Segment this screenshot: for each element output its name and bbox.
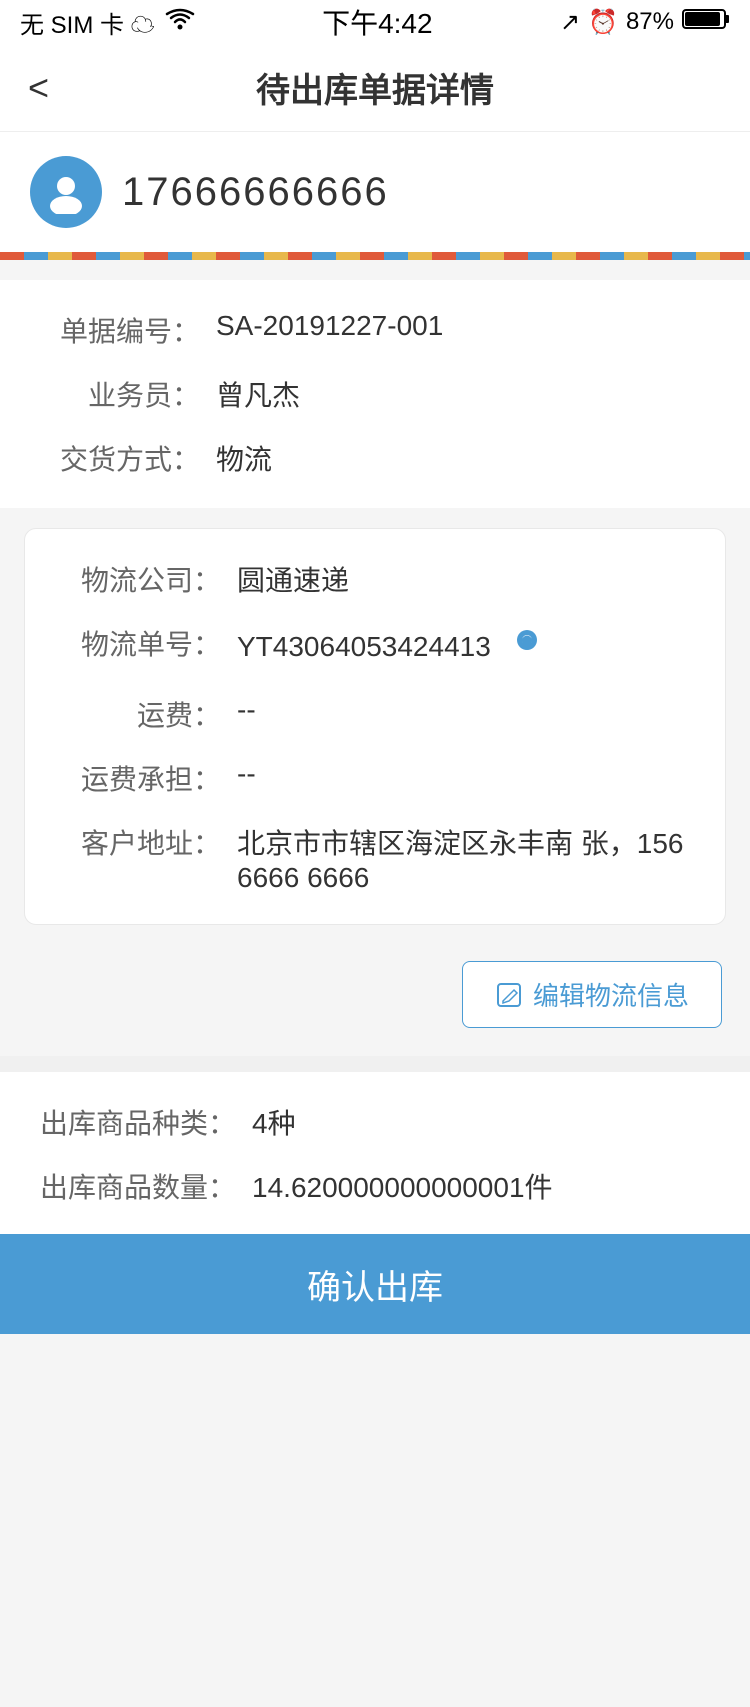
dashed-divider bbox=[0, 252, 750, 260]
delivery-row: 交货方式： 物流 bbox=[40, 438, 710, 478]
product-type-value: 4种 bbox=[252, 1102, 710, 1142]
basic-info-section: 单据编号： SA-20191227-001 业务员： 曾凡杰 交货方式： 物流 bbox=[0, 280, 750, 508]
logistics-company-label: 物流公司： bbox=[61, 559, 221, 599]
battery-icon bbox=[682, 7, 730, 38]
logistics-company-value: 圆通速递 bbox=[237, 559, 689, 599]
wifi-icon bbox=[165, 8, 195, 37]
bearer-value: -- bbox=[237, 758, 689, 790]
edit-logistics-container: 编辑物流信息 bbox=[0, 945, 750, 1056]
alarm-icon: ⏰ bbox=[588, 8, 618, 37]
delivery-value: 物流 bbox=[216, 438, 710, 478]
stats-section: 出库商品种类： 4种 出库商品数量： 14.620000000000001件 bbox=[0, 1072, 750, 1236]
doc-number-value: SA-20191227-001 bbox=[216, 310, 710, 342]
logistics-company-row: 物流公司： 圆通速递 bbox=[61, 559, 689, 599]
edit-icon bbox=[495, 981, 523, 1009]
doc-number-row: 单据编号： SA-20191227-001 bbox=[40, 310, 710, 350]
confirm-label: 确认出库 bbox=[307, 1260, 443, 1309]
customer-phone: 17666666666 bbox=[122, 170, 389, 215]
product-quantity-label: 出库商品数量： bbox=[40, 1166, 236, 1206]
staff-value: 曾凡杰 bbox=[216, 374, 710, 414]
customer-header: 17666666666 bbox=[0, 132, 750, 252]
back-button[interactable]: < bbox=[28, 67, 49, 109]
status-bar: 无 SIM 卡 ☁ 下午4:42 ↗ ⏰ 87% bbox=[0, 0, 750, 44]
status-right: ↗ ⏰ 87% bbox=[560, 7, 730, 38]
staff-label: 业务员： bbox=[40, 374, 200, 414]
section-divider bbox=[0, 1056, 750, 1072]
bearer-label: 运费承担： bbox=[61, 758, 221, 798]
tracking-row: 物流单号： YT43064053424413 bbox=[61, 623, 689, 670]
product-type-row: 出库商品种类： 4种 bbox=[40, 1102, 710, 1142]
freight-row: 运费： -- bbox=[61, 694, 689, 734]
status-time: 下午4:42 bbox=[322, 2, 433, 42]
confirm-bar[interactable]: 确认出库 bbox=[0, 1234, 750, 1334]
status-left: 无 SIM 卡 ☁ bbox=[20, 5, 195, 40]
page-title: 待出库单据详情 bbox=[256, 63, 494, 112]
main-content: 17666666666 单据编号： SA-20191227-001 业务员： 曾… bbox=[0, 132, 750, 1707]
bearer-row: 运费承担： -- bbox=[61, 758, 689, 798]
tracking-value: YT43064053424413 bbox=[237, 623, 689, 670]
doc-number-label: 单据编号： bbox=[40, 310, 200, 350]
tracking-label: 物流单号： bbox=[61, 623, 221, 663]
logistics-card: 物流公司： 圆通速递 物流单号： YT43064053424413 运费： -- bbox=[24, 528, 726, 925]
sim-status: 无 SIM 卡 ☁ bbox=[20, 5, 155, 40]
delivery-label: 交货方式： bbox=[40, 438, 200, 478]
freight-value: -- bbox=[237, 694, 689, 726]
battery-percent: 87% bbox=[626, 8, 674, 36]
location-icon: ↗ bbox=[560, 8, 580, 37]
location-pin-icon[interactable] bbox=[507, 623, 547, 670]
edit-logistics-button[interactable]: 编辑物流信息 bbox=[462, 961, 722, 1028]
address-value: 北京市市辖区海淀区永丰南 张，156 6666 6666 bbox=[237, 822, 689, 894]
nav-bar: < 待出库单据详情 bbox=[0, 44, 750, 132]
product-quantity-value: 14.620000000000001件 bbox=[252, 1166, 710, 1206]
product-quantity-row: 出库商品数量： 14.620000000000001件 bbox=[40, 1166, 710, 1206]
address-label: 客户地址： bbox=[61, 822, 221, 862]
product-type-label: 出库商品种类： bbox=[40, 1102, 236, 1142]
freight-label: 运费： bbox=[61, 694, 221, 734]
bottom-spacer bbox=[0, 1347, 750, 1587]
avatar bbox=[30, 156, 102, 228]
staff-row: 业务员： 曾凡杰 bbox=[40, 374, 710, 414]
address-row: 客户地址： 北京市市辖区海淀区永丰南 张，156 6666 6666 bbox=[61, 822, 689, 894]
